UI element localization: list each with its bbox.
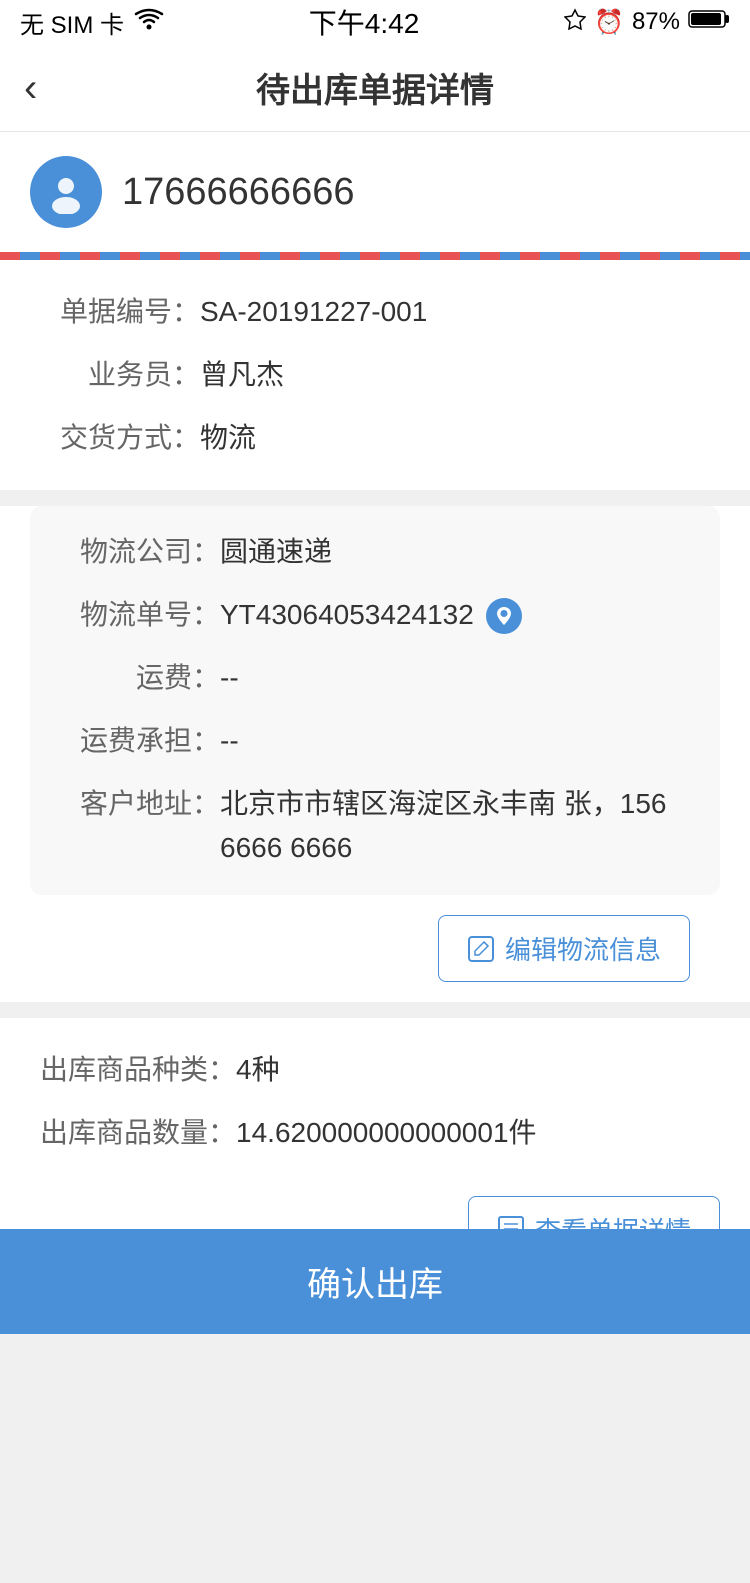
customer-header: 17666666666 (0, 132, 750, 252)
goods-section: 出库商品种类： 4种 出库商品数量： 14.620000000000001件 (0, 1018, 750, 1186)
address-row: 客户地址： 北京市市辖区海淀区永丰南 张，156 6666 6666 (60, 782, 690, 872)
goods-type-row: 出库商品种类： 4种 (40, 1048, 710, 1093)
goods-type-value: 4种 (236, 1048, 710, 1093)
logistics-section: 物流公司： 圆通速递 物流单号： YT43064053424132 运费： -- (30, 506, 720, 895)
tracking-value: YT43064053424132 (220, 593, 690, 638)
status-right: ⏰ 87% (564, 8, 730, 37)
tracking-row: 物流单号： YT43064053424132 (60, 593, 690, 638)
edit-logistics-button[interactable]: 编辑物流信息 (438, 915, 690, 982)
goods-type-label: 出库商品种类： (40, 1048, 236, 1093)
battery-icon (688, 8, 730, 37)
document-row: 单据编号： SA-20191227-001 (40, 290, 710, 335)
tracking-location-icon[interactable] (486, 598, 522, 634)
edit-icon (467, 935, 495, 963)
freight-bearer-value: -- (220, 719, 690, 764)
goods-quantity-label: 出库商品数量： (40, 1111, 236, 1156)
logistics-company-value: 圆通速递 (220, 530, 690, 575)
nav-bar: ‹ 待出库单据详情 (0, 44, 750, 132)
freight-value: -- (220, 656, 690, 701)
location-status-icon (564, 8, 586, 37)
logistics-company-label: 物流公司： (60, 530, 220, 575)
delivery-value: 物流 (200, 416, 710, 461)
freight-bearer-row: 运费承担： -- (60, 719, 690, 764)
status-time: 下午4:42 (309, 2, 420, 42)
freight-bearer-label: 运费承担： (60, 719, 220, 764)
address-label: 客户地址： (60, 782, 220, 827)
salesman-value: 曾凡杰 (200, 353, 710, 398)
tracking-label: 物流单号： (60, 593, 220, 638)
wifi-icon (134, 8, 164, 37)
back-button[interactable]: ‹ (24, 68, 37, 108)
freight-label: 运费： (60, 656, 220, 701)
customer-avatar (30, 156, 102, 228)
nav-title: 待出库单据详情 (256, 63, 494, 112)
carrier-text: 无 SIM 卡 (20, 5, 124, 40)
confirm-bar: 确认出库 (0, 1229, 750, 1334)
section-divider-1 (0, 1002, 750, 1018)
basic-info-section: 单据编号： SA-20191227-001 业务员： 曾凡杰 交货方式： 物流 (0, 260, 750, 490)
salesman-row: 业务员： 曾凡杰 (40, 353, 710, 398)
edit-logistics-label: 编辑物流信息 (505, 930, 661, 967)
freight-row: 运费： -- (60, 656, 690, 701)
customer-phone: 17666666666 (122, 171, 354, 214)
confirm-button[interactable]: 确认出库 (0, 1257, 750, 1306)
status-bar: 无 SIM 卡 下午4:42 ⏰ 87% (0, 0, 750, 44)
goods-quantity-row: 出库商品数量： 14.620000000000001件 (40, 1111, 710, 1156)
battery-text: 87% (632, 8, 680, 36)
document-label: 单据编号： (40, 290, 200, 335)
delivery-label: 交货方式： (40, 416, 200, 461)
delivery-row: 交货方式： 物流 (40, 416, 710, 461)
salesman-label: 业务员： (40, 353, 200, 398)
alarm-icon: ⏰ (594, 8, 624, 37)
dashed-divider (0, 252, 750, 260)
status-left: 无 SIM 卡 (20, 5, 164, 40)
logistics-wrapper: 物流公司： 圆通速递 物流单号： YT43064053424132 运费： -- (0, 506, 750, 1002)
document-value: SA-20191227-001 (200, 290, 710, 335)
goods-quantity-value: 14.620000000000001件 (236, 1111, 710, 1156)
edit-logistics-btn-wrapper: 编辑物流信息 (30, 895, 720, 992)
logistics-company-row: 物流公司： 圆通速递 (60, 530, 690, 575)
address-value: 北京市市辖区海淀区永丰南 张，156 6666 6666 (220, 782, 690, 872)
